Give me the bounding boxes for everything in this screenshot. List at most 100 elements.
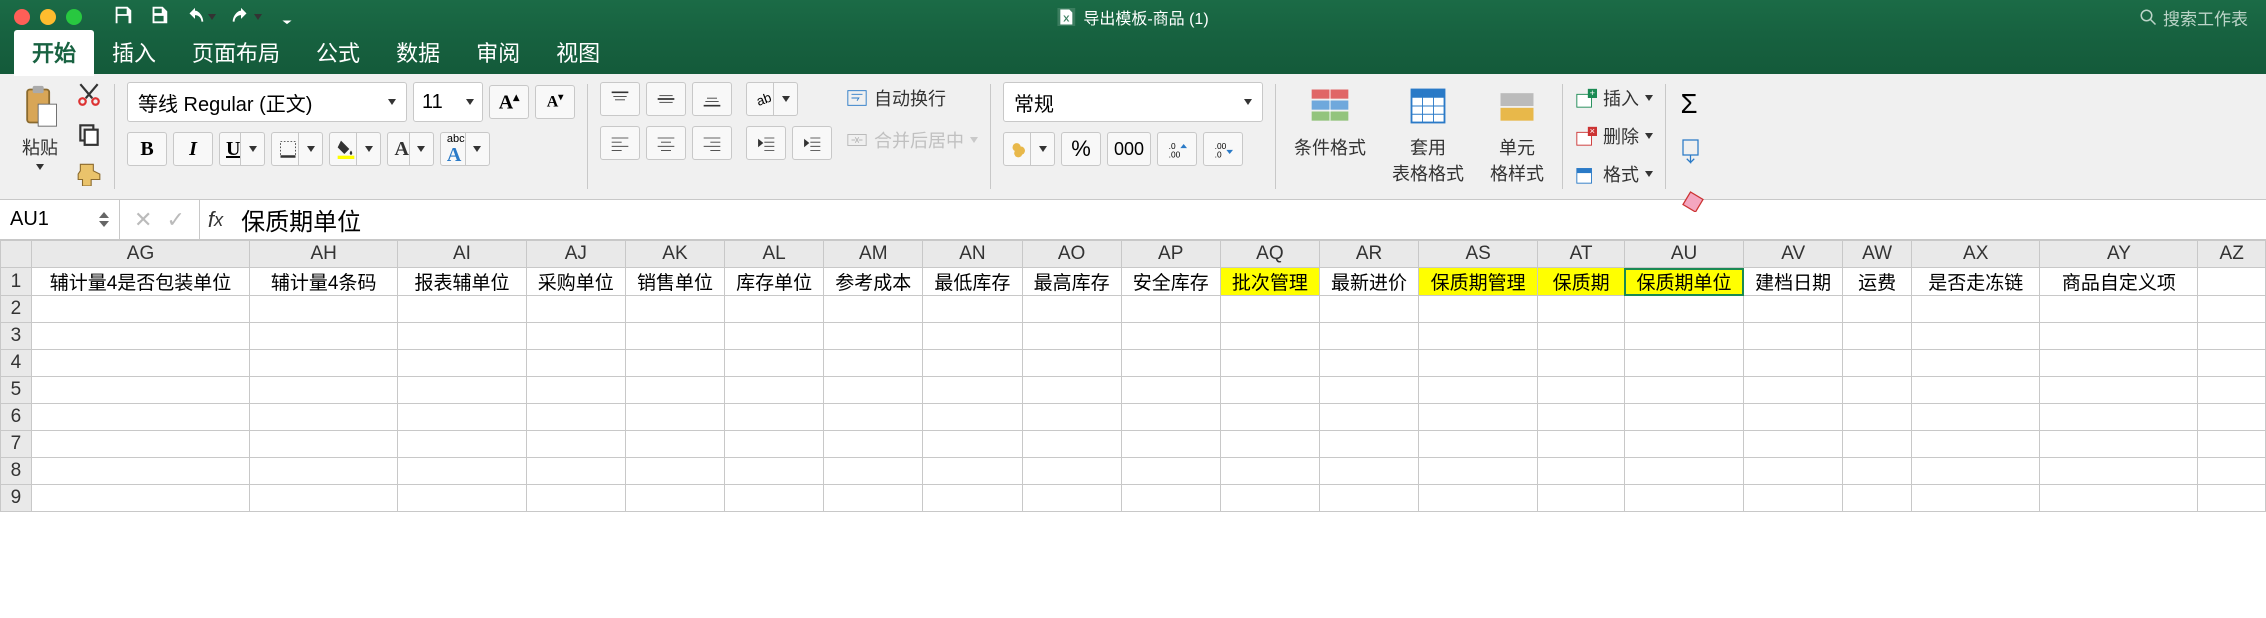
cell[interactable]: 库存单位 <box>725 268 824 296</box>
column-header[interactable]: AY <box>2040 241 2198 268</box>
cell[interactable] <box>1624 458 1743 485</box>
spreadsheet-grid[interactable]: AGAHAIAJAKALAMANAOAPAQARASATAUAVAWAXAYAZ… <box>0 240 2266 512</box>
cell[interactable] <box>398 296 527 323</box>
cell[interactable] <box>923 296 1022 323</box>
cell[interactable] <box>1121 431 1220 458</box>
cell[interactable]: 参考成本 <box>824 268 923 296</box>
cell[interactable] <box>2198 296 2266 323</box>
cell[interactable] <box>1419 377 1538 404</box>
cell[interactable] <box>1022 431 1121 458</box>
cell[interactable] <box>1744 296 1843 323</box>
cell[interactable] <box>398 323 527 350</box>
cell[interactable] <box>526 323 625 350</box>
cell[interactable] <box>1419 485 1538 512</box>
cell[interactable] <box>625 485 724 512</box>
cell[interactable] <box>1843 404 1912 431</box>
copy-icon[interactable] <box>76 121 102 152</box>
cell[interactable] <box>1319 458 1418 485</box>
column-header[interactable]: AM <box>824 241 923 268</box>
cell[interactable] <box>1022 296 1121 323</box>
row-header[interactable]: 6 <box>1 404 32 431</box>
name-box-stepper[interactable] <box>99 212 109 227</box>
cell[interactable] <box>725 296 824 323</box>
cell[interactable] <box>2198 268 2266 296</box>
align-bottom-button[interactable] <box>692 82 732 116</box>
cell[interactable] <box>2198 323 2266 350</box>
column-header[interactable]: AU <box>1624 241 1743 268</box>
cell[interactable] <box>824 350 923 377</box>
cell[interactable] <box>250 458 398 485</box>
column-header[interactable]: AW <box>1843 241 1912 268</box>
cell[interactable] <box>1624 296 1743 323</box>
cell[interactable] <box>398 350 527 377</box>
cell[interactable] <box>824 404 923 431</box>
merge-center-button[interactable]: 合并后居中 <box>846 124 978 156</box>
cell[interactable] <box>725 458 824 485</box>
row-header[interactable]: 8 <box>1 458 32 485</box>
cell[interactable] <box>2040 431 2198 458</box>
cell[interactable] <box>1419 404 1538 431</box>
redo-icon[interactable] <box>230 6 262 28</box>
align-left-button[interactable] <box>600 126 640 160</box>
cell[interactable] <box>526 485 625 512</box>
cell[interactable] <box>1319 377 1418 404</box>
cell[interactable]: 最低库存 <box>923 268 1022 296</box>
cell[interactable] <box>1624 485 1743 512</box>
fx-icon[interactable]: fx <box>199 200 231 239</box>
cell[interactable] <box>1911 404 2040 431</box>
cell[interactable] <box>526 458 625 485</box>
cell[interactable] <box>31 458 249 485</box>
cell[interactable] <box>1843 431 1912 458</box>
minimize-window-button[interactable] <box>40 9 56 25</box>
column-header[interactable]: AG <box>31 241 249 268</box>
insert-cells-button[interactable]: + 插入 <box>1575 82 1653 114</box>
cell[interactable] <box>31 323 249 350</box>
cell[interactable] <box>923 404 1022 431</box>
cell[interactable] <box>250 296 398 323</box>
column-header[interactable]: AN <box>923 241 1022 268</box>
cell[interactable] <box>1319 323 1418 350</box>
cell[interactable] <box>2198 350 2266 377</box>
align-top-button[interactable] <box>600 82 640 116</box>
cell[interactable] <box>1624 377 1743 404</box>
cell[interactable] <box>398 485 527 512</box>
cell[interactable] <box>1121 296 1220 323</box>
cell[interactable]: 建档日期 <box>1744 268 1843 296</box>
cell[interactable]: 报表辅单位 <box>398 268 527 296</box>
cell[interactable] <box>1911 323 2040 350</box>
cell[interactable] <box>1419 350 1538 377</box>
underline-button[interactable]: U <box>219 132 265 166</box>
cell[interactable] <box>1911 485 2040 512</box>
cell[interactable] <box>1319 431 1418 458</box>
cell[interactable] <box>1911 350 2040 377</box>
cell[interactable] <box>824 458 923 485</box>
cell[interactable] <box>1121 458 1220 485</box>
column-header[interactable]: AL <box>725 241 824 268</box>
cell[interactable] <box>625 323 724 350</box>
cell[interactable] <box>923 431 1022 458</box>
cell[interactable] <box>1538 350 1625 377</box>
increase-indent-button[interactable] <box>792 126 832 160</box>
cell[interactable] <box>31 485 249 512</box>
row-header[interactable]: 1 <box>1 268 32 296</box>
cell[interactable]: 安全库存 <box>1121 268 1220 296</box>
cell[interactable] <box>1319 350 1418 377</box>
column-header[interactable]: AP <box>1121 241 1220 268</box>
tab-home[interactable]: 开始 <box>14 30 94 76</box>
decrease-decimal-button[interactable]: .00.0 <box>1203 132 1243 166</box>
cell[interactable]: 商品自定义项 <box>2040 268 2198 296</box>
cell[interactable]: 采购单位 <box>526 268 625 296</box>
font-color-button[interactable]: A <box>387 132 433 166</box>
cell[interactable] <box>1121 485 1220 512</box>
cell[interactable] <box>526 431 625 458</box>
cell[interactable] <box>250 404 398 431</box>
cell[interactable] <box>1744 323 1843 350</box>
cell[interactable] <box>31 296 249 323</box>
cell[interactable] <box>2198 485 2266 512</box>
cell[interactable] <box>1843 323 1912 350</box>
cell[interactable] <box>923 350 1022 377</box>
cell[interactable] <box>725 485 824 512</box>
cell[interactable]: 最高库存 <box>1022 268 1121 296</box>
cell[interactable] <box>1121 404 1220 431</box>
cell[interactable] <box>250 350 398 377</box>
